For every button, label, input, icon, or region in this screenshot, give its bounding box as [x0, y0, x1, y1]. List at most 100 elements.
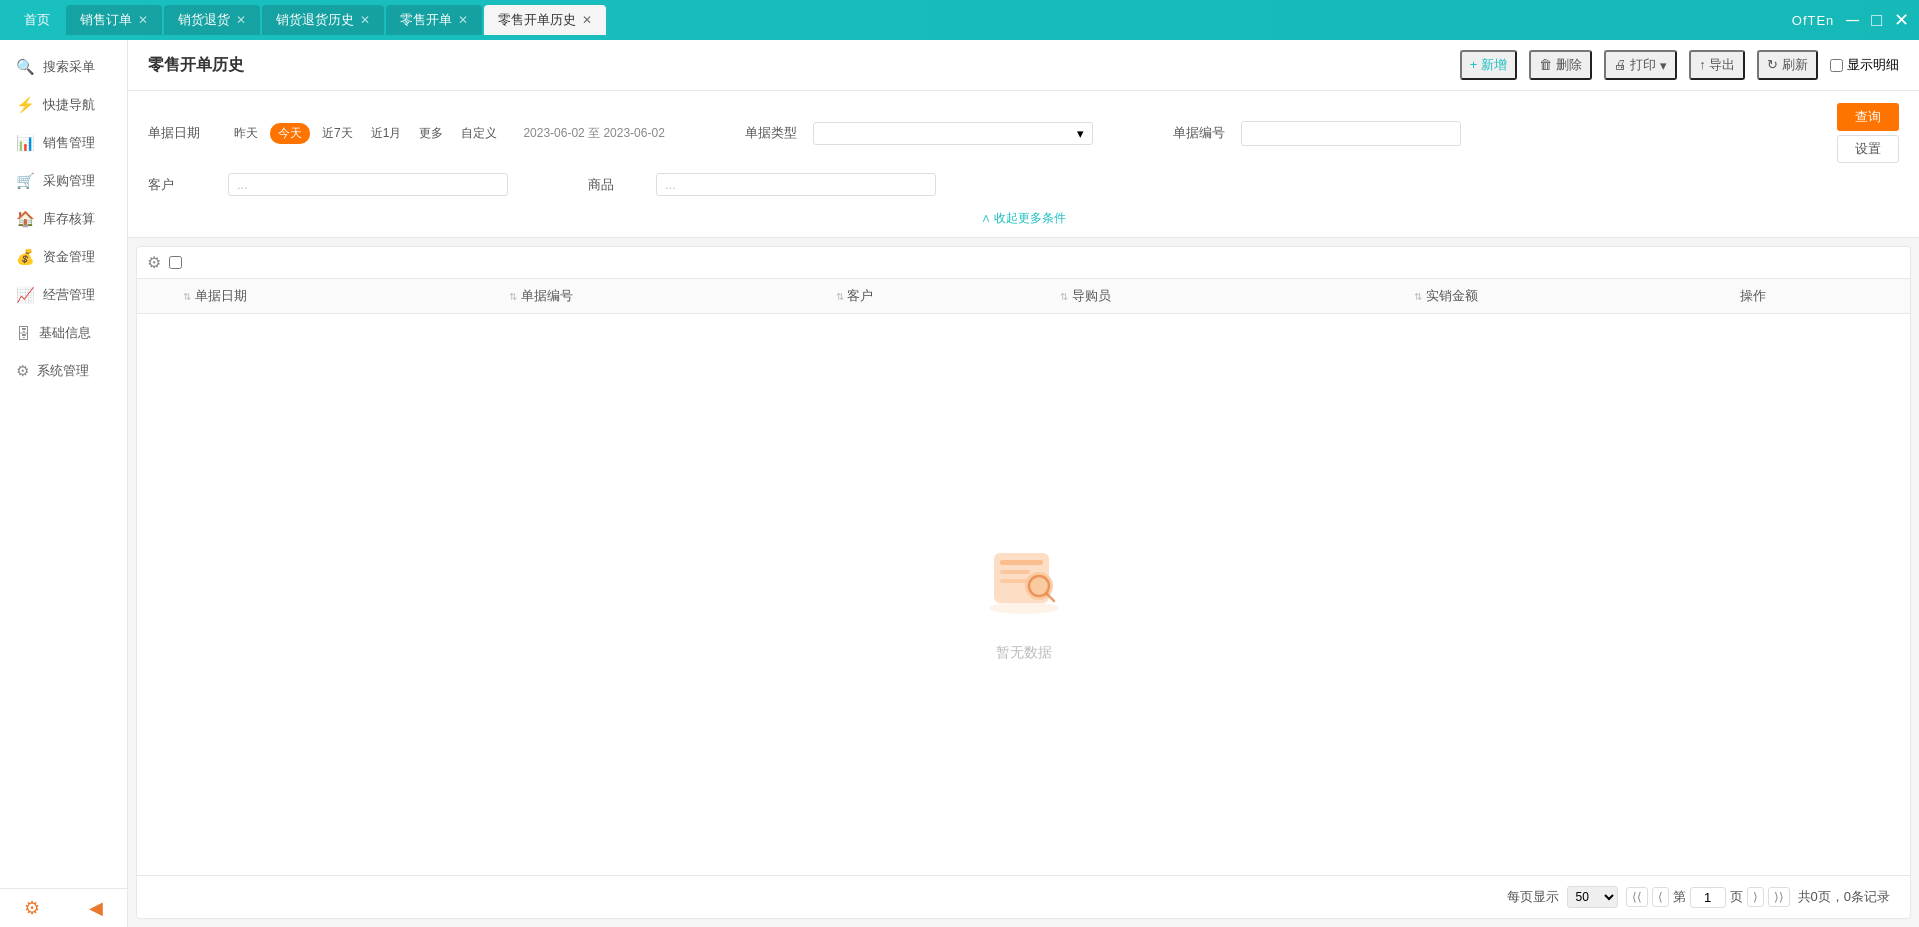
tab-home-label: 首页	[24, 11, 50, 29]
sidebar-item-search[interactable]: 🔍 搜索采单	[0, 48, 127, 86]
sort-amount-icon: ⇅	[1414, 291, 1422, 302]
col-amount-label: 实销金额	[1426, 288, 1478, 303]
query-button[interactable]: 查询	[1837, 103, 1899, 131]
window-controls: OfTEn ─ □ ✕	[1792, 9, 1909, 31]
select-all-checkbox[interactable]	[169, 256, 182, 269]
table-area: ⚙ ⇅ 单据日期 ⇅ 单据编号 ⇅ 客户 ⇅ 导购员 ⇅ 实销金额 操作	[136, 246, 1911, 919]
print-button[interactable]: 🖨 打印 ▾	[1604, 50, 1678, 80]
sidebar-item-purchase-label: 采购管理	[43, 172, 95, 190]
sidebar-item-basic-info[interactable]: 🗄 基础信息	[0, 314, 127, 352]
date-btn-1month[interactable]: 近1月	[365, 123, 408, 144]
sort-number-icon: ⇅	[509, 291, 517, 302]
sidebar-item-purchase[interactable]: 🛒 采购管理	[0, 162, 127, 200]
sidebar-item-basic-info-label: 基础信息	[39, 324, 91, 342]
tab-retail-order-history[interactable]: 零售开单历史 ✕	[484, 5, 606, 35]
col-date-label: 单据日期	[195, 288, 247, 303]
empty-area: 暂无数据	[137, 314, 1910, 875]
col-amount[interactable]: ⇅ 实销金额	[1404, 279, 1730, 314]
col-empty	[1326, 279, 1404, 314]
doc-type-select[interactable]: ▾	[813, 122, 1093, 145]
sidebar-item-system[interactable]: ⚙ 系统管理	[0, 352, 127, 390]
sidebar-item-sales[interactable]: 📊 销售管理	[0, 124, 127, 162]
col-number[interactable]: ⇅ 单据编号	[499, 279, 825, 314]
sidebar-item-finance-label: 资金管理	[43, 248, 95, 266]
show-detail-checkbox-label[interactable]: 显示明细	[1830, 56, 1899, 74]
empty-illustration	[974, 528, 1074, 628]
tab-retail-order-history-label: 零售开单历史	[498, 11, 576, 29]
sort-date-icon: ⇅	[183, 291, 191, 302]
date-btn-yesterday[interactable]: 昨天	[228, 123, 264, 144]
sidebar-collapse-button[interactable]: ◀	[89, 897, 103, 919]
sidebar-item-finance[interactable]: 💰 资金管理	[0, 238, 127, 276]
date-btn-today[interactable]: 今天	[270, 123, 310, 144]
window-max-button[interactable]: □	[1871, 10, 1882, 31]
col-date[interactable]: ⇅ 单据日期	[173, 279, 499, 314]
tab-sales-order[interactable]: 销售订单 ✕	[66, 5, 162, 35]
setting-button[interactable]: 设置	[1837, 135, 1899, 163]
tab-sales-return-label: 销货退货	[178, 11, 230, 29]
tab-sales-return-history[interactable]: 销货退货历史 ✕	[262, 5, 384, 35]
date-btn-custom[interactable]: 自定义	[455, 123, 503, 144]
show-detail-checkbox[interactable]	[1830, 59, 1843, 72]
svg-rect-2	[1000, 560, 1043, 565]
table-toolbar: ⚙	[137, 247, 1910, 279]
empty-text: 暂无数据	[996, 644, 1052, 662]
goods-input[interactable]: ...	[656, 173, 936, 196]
tab-sales-return-close[interactable]: ✕	[236, 13, 246, 27]
filter-row-1: 单据日期 昨天 今天 近7天 近1月 更多 自定义 2023-06-02 至 2…	[148, 103, 1899, 163]
pagination: 每页显示 50 100 200 ⟨⟨ ⟨ 第 页 ⟩ ⟩⟩ 共0页，0条记录	[137, 875, 1910, 918]
tab-home[interactable]: 首页	[10, 5, 64, 35]
col-salesperson[interactable]: ⇅ 导购员	[1050, 279, 1326, 314]
tab-retail-order-close[interactable]: ✕	[458, 13, 468, 27]
brand-name: OfTEn	[1792, 13, 1835, 28]
tab-retail-order[interactable]: 零售开单 ✕	[386, 5, 482, 35]
goods-label: 商品	[588, 176, 648, 194]
last-page-button[interactable]: ⟩⟩	[1768, 887, 1790, 907]
tab-sales-return-history-close[interactable]: ✕	[360, 13, 370, 27]
sidebar-item-inventory-label: 库存核算	[43, 210, 95, 228]
export-button[interactable]: ↑ 导出	[1689, 50, 1745, 80]
tab-sales-order-close[interactable]: ✕	[138, 13, 148, 27]
window-close-button[interactable]: ✕	[1894, 9, 1909, 31]
col-customer[interactable]: ⇅ 客户	[826, 279, 1051, 314]
filter-row-2: 客户 ... 商品 ...	[148, 173, 1899, 196]
table-settings-icon[interactable]: ⚙	[147, 253, 161, 272]
collapse-bar[interactable]: ∧ 收起更多条件	[148, 206, 1899, 231]
doc-type-label: 单据类型	[745, 124, 805, 142]
customer-label: 客户	[148, 176, 208, 194]
per-page-select[interactable]: 50 100 200	[1567, 886, 1618, 908]
customer-placeholder: ...	[237, 177, 248, 192]
basic-info-icon: 🗄	[16, 325, 31, 342]
date-shortcuts: 昨天 今天 近7天 近1月 更多 自定义	[228, 123, 503, 144]
sidebar-item-nav[interactable]: ⚡ 快捷导航	[0, 86, 127, 124]
date-btn-more[interactable]: 更多	[413, 123, 449, 144]
add-button[interactable]: + 新增	[1460, 50, 1517, 80]
doc-type-arrow-icon: ▾	[1077, 126, 1084, 141]
sidebar-item-inventory[interactable]: 🏠 库存核算	[0, 200, 127, 238]
toolbar: + 新增 🗑 删除 🖨 打印 ▾ ↑ 导出 ↻ 刷新 显示明细	[1460, 50, 1899, 80]
sidebar-item-operations[interactable]: 📈 经营管理	[0, 276, 127, 314]
first-page-button[interactable]: ⟨⟨	[1626, 887, 1648, 907]
page-header: 零售开单历史 + 新增 🗑 删除 🖨 打印 ▾ ↑ 导出 ↻ 刷新 显示明细	[128, 40, 1919, 91]
tab-sales-order-label: 销售订单	[80, 11, 132, 29]
col-number-label: 单据编号	[521, 288, 573, 303]
col-salesperson-label: 导购员	[1072, 288, 1111, 303]
next-page-button[interactable]: ⟩	[1747, 887, 1764, 907]
sort-customer-icon: ⇅	[836, 291, 844, 302]
window-min-button[interactable]: ─	[1846, 10, 1859, 31]
date-btn-7days[interactable]: 近7天	[316, 123, 359, 144]
inventory-icon: 🏠	[16, 210, 35, 228]
prev-page-button[interactable]: ⟨	[1652, 887, 1669, 907]
date-filter-label: 单据日期	[148, 124, 208, 142]
refresh-button[interactable]: ↻ 刷新	[1757, 50, 1818, 80]
purchase-icon: 🛒	[16, 172, 35, 190]
customer-input[interactable]: ...	[228, 173, 508, 196]
tab-sales-return[interactable]: 销货退货 ✕	[164, 5, 260, 35]
tab-retail-order-history-close[interactable]: ✕	[582, 13, 592, 27]
col-customer-label: 客户	[847, 288, 873, 303]
delete-button[interactable]: 🗑 删除	[1529, 50, 1592, 80]
sidebar-settings-button[interactable]: ⚙	[24, 897, 40, 919]
svg-point-0	[989, 602, 1059, 614]
page-number-input[interactable]	[1690, 887, 1726, 908]
doc-number-input[interactable]	[1241, 121, 1461, 146]
